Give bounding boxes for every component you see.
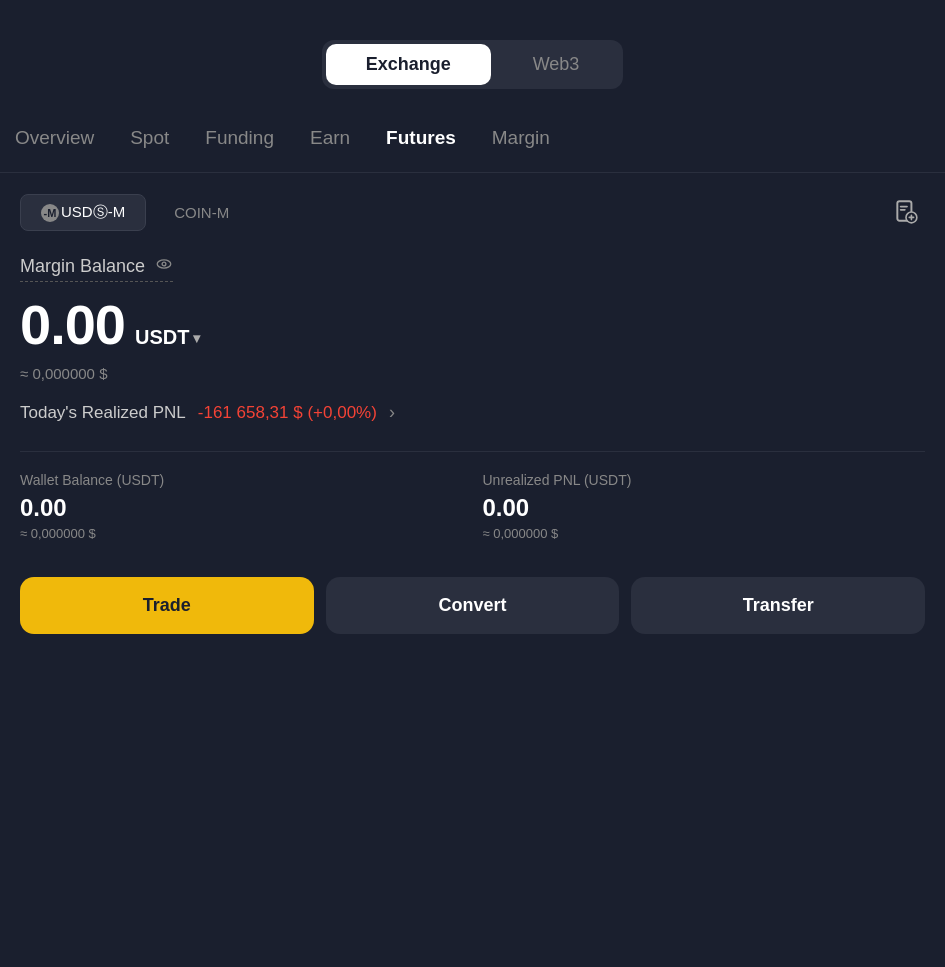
tab-web3[interactable]: Web3 xyxy=(493,44,620,85)
sub-tabs: -MUSDⓈ-M COIN-M xyxy=(20,193,925,231)
pnl-label: Today's Realized PNL xyxy=(20,403,186,423)
action-buttons: Trade Convert Transfer xyxy=(20,577,925,634)
sub-tab-usdm[interactable]: -MUSDⓈ-M xyxy=(20,194,146,231)
divider xyxy=(20,451,925,452)
balance-grid: Wallet Balance (USDT) 0.00 ≈ 0,000000 $ … xyxy=(20,472,925,541)
wallet-balance-item: Wallet Balance (USDT) 0.00 ≈ 0,000000 $ xyxy=(20,472,463,541)
tab-exchange[interactable]: Exchange xyxy=(326,44,491,85)
wallet-balance-approx: ≈ 0,000000 $ xyxy=(20,526,463,541)
eye-icon[interactable] xyxy=(155,255,173,277)
top-tabs-container: Exchange Web3 xyxy=(0,0,945,109)
wallet-balance-value: 0.00 xyxy=(20,494,463,522)
document-icon-btn[interactable] xyxy=(887,193,925,231)
nav-tab-overview[interactable]: Overview xyxy=(10,119,112,157)
transfer-button[interactable]: Transfer xyxy=(631,577,925,634)
nav-tab-earn[interactable]: Earn xyxy=(292,119,368,157)
sub-tab-coinm[interactable]: COIN-M xyxy=(154,196,249,229)
wallet-balance-label: Wallet Balance (USDT) xyxy=(20,472,463,488)
svg-point-5 xyxy=(162,262,166,266)
svg-point-4 xyxy=(157,260,171,268)
nav-tabs: Overview Spot Funding Earn Futures Margi… xyxy=(0,109,945,173)
approx-value: ≈ 0,000000 $ xyxy=(20,365,925,382)
unrealized-pnl-approx: ≈ 0,000000 $ xyxy=(483,526,926,541)
unrealized-pnl-item: Unrealized PNL (USDT) 0.00 ≈ 0,000000 $ xyxy=(483,472,926,541)
usds-icon: -M xyxy=(41,204,59,222)
unrealized-pnl-value: 0.00 xyxy=(483,494,926,522)
pnl-value: -161 658,31 $ (+0,00%) xyxy=(198,403,377,423)
chevron-down-icon: ▾ xyxy=(193,330,200,346)
nav-tab-margin[interactable]: Margin xyxy=(474,119,568,157)
top-tabs: Exchange Web3 xyxy=(322,40,624,89)
trade-button[interactable]: Trade xyxy=(20,577,314,634)
convert-button[interactable]: Convert xyxy=(326,577,620,634)
unrealized-pnl-label: Unrealized PNL (USDT) xyxy=(483,472,926,488)
nav-tab-funding[interactable]: Funding xyxy=(187,119,292,157)
main-content: -MUSDⓈ-M COIN-M Margin Balance 0.00 USDT xyxy=(0,173,945,664)
nav-tab-spot[interactable]: Spot xyxy=(112,119,187,157)
balance-currency[interactable]: USDT ▾ xyxy=(135,326,200,349)
margin-balance-label: Margin Balance xyxy=(20,255,173,282)
balance-number: 0.00 xyxy=(20,292,125,357)
pnl-arrow[interactable]: › xyxy=(389,402,395,423)
nav-tab-futures[interactable]: Futures xyxy=(368,119,474,157)
balance-amount: 0.00 USDT ▾ xyxy=(20,292,925,357)
pnl-row: Today's Realized PNL -161 658,31 $ (+0,0… xyxy=(20,402,925,423)
document-icon xyxy=(893,199,919,225)
